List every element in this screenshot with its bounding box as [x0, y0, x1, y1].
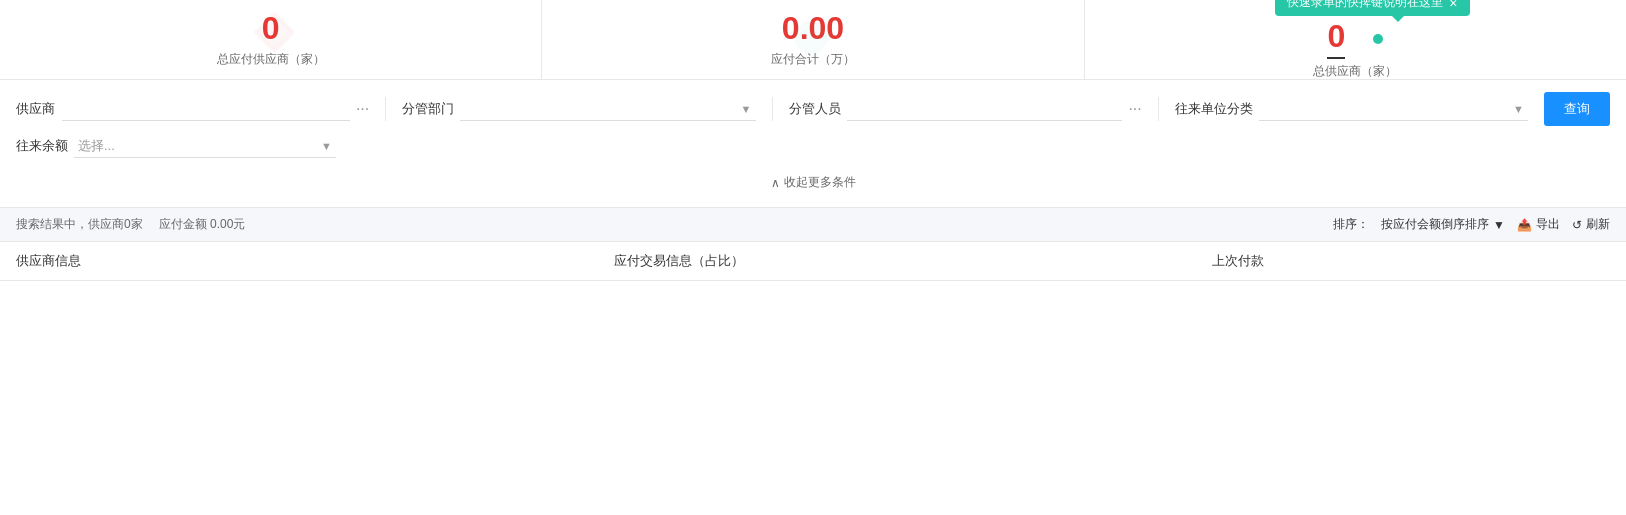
- department-select-wrapper: ▼: [460, 97, 755, 121]
- svg-point-3: [823, 30, 831, 42]
- filter-area: 供应商 ··· 分管部门 ▼ 分管人员 ···: [0, 80, 1626, 208]
- tooltip-bubble: 快速录单的快捭键说明在这里 ×: [1275, 0, 1469, 16]
- stat-label-total-suppliers: 总供应商（家）: [1313, 63, 1397, 80]
- svg-rect-0: [253, 11, 295, 53]
- stats-bar: 0 总应付供应商（家） 0.00 应付合计（万）: [0, 0, 1626, 80]
- results-bar: 搜索结果中，供应商0家 应付金额 0.00元 排序： 按应付会额倒序排序 ▼ 📤…: [0, 208, 1626, 242]
- unit-category-label: 往来单位分类: [1175, 100, 1253, 118]
- manager-label: 分管人员: [789, 100, 841, 118]
- filter-item-unit-category: 往来单位分类 ▼: [1175, 97, 1528, 121]
- col-header-payable: 应付交易信息（占比）: [614, 252, 1212, 270]
- supplier-dots[interactable]: ···: [356, 100, 369, 118]
- stat-payable-total: 0.00 应付合计（万）: [542, 0, 1084, 79]
- tooltip-container: 快速录单的快捭键说明在这里 × 0 总供应商（家）: [1313, 0, 1397, 80]
- collapse-container: ∧ 收起更多条件: [16, 166, 1610, 199]
- divider-1: [385, 97, 386, 121]
- sort-value: 按应付会额倒序排序: [1381, 216, 1489, 233]
- balance-select[interactable]: 选择...: [74, 134, 336, 157]
- collapse-icon: ∧: [771, 176, 780, 190]
- supplier-input[interactable]: [62, 97, 350, 120]
- tooltip-text: 快速录单的快捭键说明在这里: [1287, 0, 1443, 11]
- query-button[interactable]: 查询: [1544, 92, 1610, 126]
- results-right: 排序： 按应付会额倒序排序 ▼ 📤 导出 ↺ 刷新: [1333, 216, 1610, 233]
- divider-3: [1158, 97, 1159, 121]
- table-header: 供应商信息 应付交易信息（占比） 上次付款: [0, 242, 1626, 281]
- supplier-input-wrapper: [62, 97, 350, 121]
- collapse-button[interactable]: ∧ 收起更多条件: [771, 170, 856, 195]
- filter-row-1: 供应商 ··· 分管部门 ▼ 分管人员 ···: [16, 92, 1610, 126]
- col-header-last-payment: 上次付款: [1212, 252, 1611, 270]
- filter-item-balance: 往来余额 选择... ▼: [16, 134, 336, 158]
- search-info: 搜索结果中，供应商0家: [16, 216, 143, 233]
- amount-info: 应付金额 0.00元: [159, 216, 246, 233]
- sort-chevron: ▼: [1493, 218, 1505, 232]
- balance-select-wrapper: 选择... ▼: [74, 134, 336, 158]
- table-body: [0, 281, 1626, 515]
- refresh-label: 刷新: [1586, 216, 1610, 233]
- export-icon: 📤: [1517, 218, 1532, 232]
- department-select[interactable]: [460, 97, 755, 120]
- collapse-label: 收起更多条件: [784, 174, 856, 191]
- tooltip-dot: [1373, 34, 1383, 44]
- diamond-icon-bg: [241, 8, 301, 71]
- supplier-label: 供应商: [16, 100, 56, 118]
- stat-total-payable-suppliers: 0 总应付供应商（家）: [0, 0, 542, 79]
- sort-label: 排序：: [1333, 216, 1369, 233]
- filter-item-supplier: 供应商 ···: [16, 97, 369, 121]
- tooltip-close-btn[interactable]: ×: [1449, 0, 1457, 11]
- svg-rect-6: [813, 52, 818, 60]
- svg-point-4: [803, 30, 807, 34]
- export-label: 导出: [1536, 216, 1560, 233]
- unit-category-select-wrapper: ▼: [1259, 97, 1528, 121]
- refresh-button[interactable]: ↺ 刷新: [1572, 216, 1610, 233]
- department-label: 分管部门: [402, 100, 454, 118]
- col-header-supplier: 供应商信息: [16, 252, 614, 270]
- filter-item-manager: 分管人员 ···: [789, 97, 1142, 121]
- piggy-icon-bg: [783, 8, 843, 71]
- balance-label: 往来余额: [16, 137, 68, 155]
- stat-total-suppliers: 快速录单的快捭键说明在这里 × 0 总供应商（家）: [1085, 0, 1626, 79]
- manager-dots[interactable]: ···: [1128, 100, 1141, 118]
- unit-category-select[interactable]: [1259, 97, 1528, 120]
- sort-select[interactable]: 按应付会额倒序排序 ▼: [1381, 216, 1505, 233]
- manager-input[interactable]: [847, 97, 1123, 120]
- svg-point-2: [795, 22, 827, 54]
- divider-2: [772, 97, 773, 121]
- stat-number-total-suppliers: 0: [1327, 19, 1345, 58]
- export-button[interactable]: 📤 导出: [1517, 216, 1560, 233]
- filter-row-2: 往来余额 选择... ▼: [16, 134, 336, 158]
- results-left: 搜索结果中，供应商0家 应付金额 0.00元: [16, 216, 245, 233]
- refresh-icon: ↺: [1572, 218, 1582, 232]
- svg-rect-5: [805, 52, 810, 60]
- filter-item-department: 分管部门 ▼: [402, 97, 755, 121]
- manager-input-wrapper: [847, 97, 1123, 121]
